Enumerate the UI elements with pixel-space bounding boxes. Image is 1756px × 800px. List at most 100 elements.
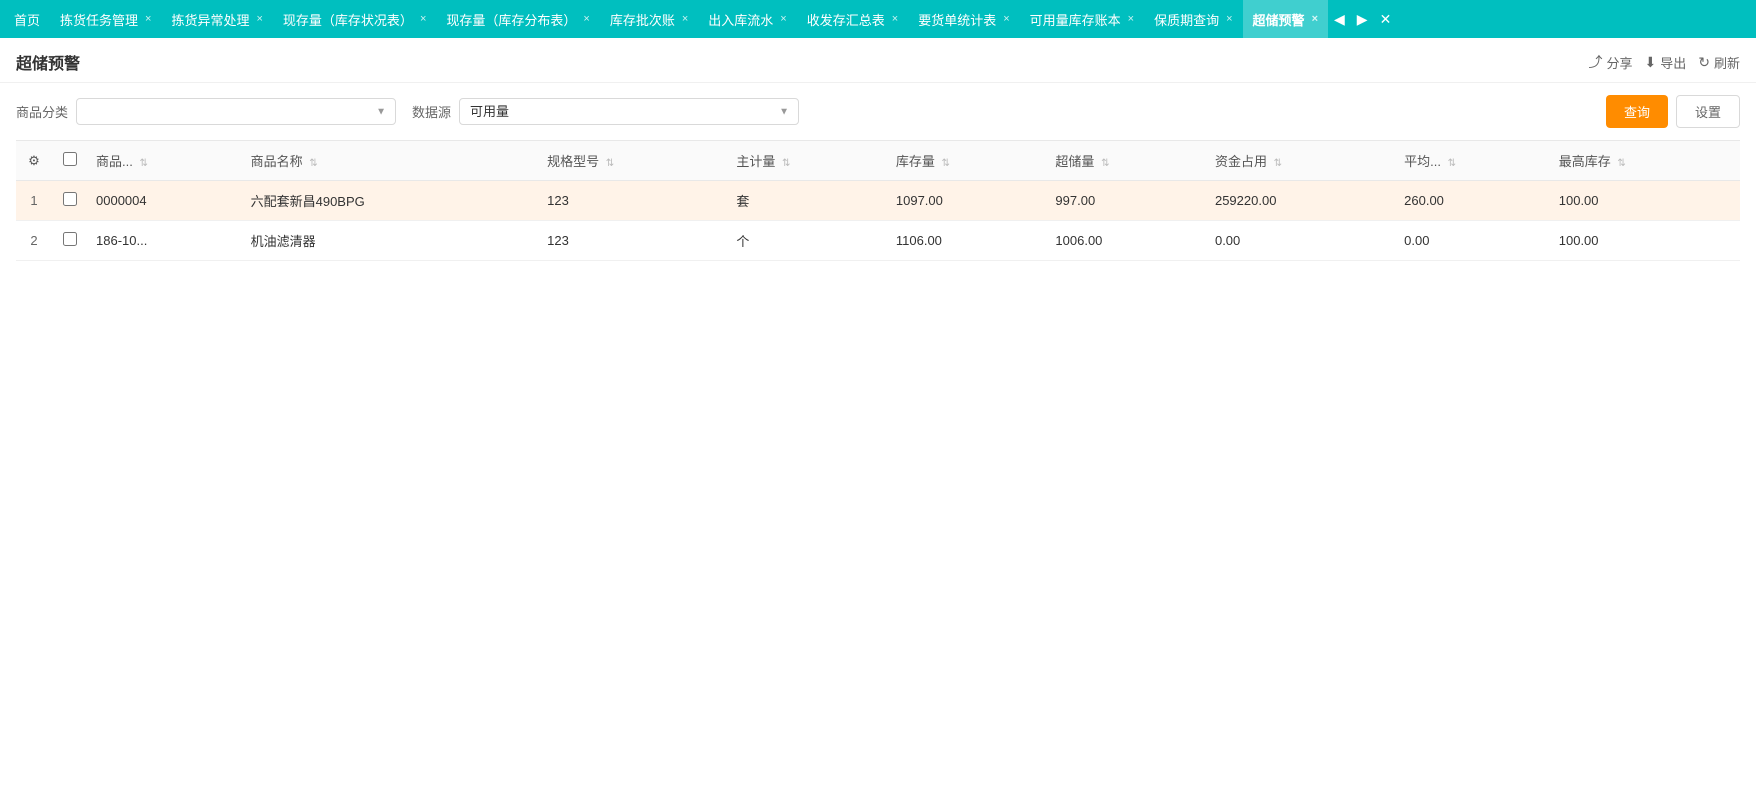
row-avg: 0.00 (1396, 221, 1551, 261)
nav-order-stat-close[interactable]: × (1003, 13, 1009, 25)
gear-icon[interactable]: ⚙ (28, 153, 40, 168)
nav-close-all[interactable]: ✕ (1374, 0, 1398, 38)
query-button[interactable]: 查询 (1606, 95, 1668, 128)
nav-prev-arrow[interactable]: ◀ (1328, 0, 1351, 38)
nav-stock-dist-close[interactable]: × (583, 13, 589, 25)
nav-stock-status-close[interactable]: × (420, 13, 426, 25)
sort-spec-icon: ⇅ (606, 158, 614, 169)
nav-stock-status[interactable]: 现存量（库存状况表） × (273, 0, 436, 38)
row-num: 1 (16, 181, 52, 221)
category-label: 商品分类 (16, 102, 68, 121)
row-name: 六配套新昌490BPG (243, 181, 540, 221)
row-spec: 123 (539, 221, 728, 261)
row-checkbox[interactable] (63, 232, 77, 246)
row-stock: 1106.00 (888, 221, 1048, 261)
sort-avg-icon: ⇅ (1448, 158, 1456, 169)
nav-available[interactable]: 可用量库存账本 × (1020, 0, 1144, 38)
row-overstock: 1006.00 (1047, 221, 1207, 261)
datasource-select[interactable]: 可用量 (459, 98, 799, 125)
row-capital: 259220.00 (1207, 181, 1396, 221)
row-checkbox-cell (52, 181, 88, 221)
col-code[interactable]: 商品... ⇅ (88, 141, 243, 181)
sort-unit-icon: ⇅ (782, 158, 790, 169)
row-code: 186-10... (88, 221, 243, 261)
row-unit: 套 (728, 181, 888, 221)
nav-abnormal-close[interactable]: × (256, 13, 262, 25)
nav-batch[interactable]: 库存批次账 × (600, 0, 698, 38)
select-all-checkbox[interactable] (63, 152, 77, 166)
nav-task[interactable]: 拣货任务管理 × (50, 0, 161, 38)
row-overstock: 997.00 (1047, 181, 1207, 221)
col-gear: ⚙ (16, 141, 52, 181)
row-code: 0000004 (88, 181, 243, 221)
nav-summary-close[interactable]: × (892, 13, 898, 25)
col-unit[interactable]: 主计量 ⇅ (728, 141, 888, 181)
nav-available-close[interactable]: × (1128, 13, 1134, 25)
col-stock[interactable]: 库存量 ⇅ (888, 141, 1048, 181)
refresh-icon: ↻ (1698, 54, 1710, 71)
category-select[interactable] (76, 98, 396, 125)
nav-inout-close[interactable]: × (780, 13, 786, 25)
row-stock: 1097.00 (888, 181, 1048, 221)
row-capital: 0.00 (1207, 221, 1396, 261)
nav-order-stat[interactable]: 要货单统计表 × (908, 0, 1019, 38)
sort-name-icon: ⇅ (309, 158, 317, 169)
nav-batch-close[interactable]: × (682, 13, 688, 25)
col-checkbox (52, 141, 88, 181)
row-num: 2 (16, 221, 52, 261)
page-actions: ⤴ 分享 ⬇ 导出 ↻ 刷新 (1588, 52, 1740, 72)
share-button[interactable]: ⤴ 分享 (1588, 52, 1632, 72)
nav-expiry[interactable]: 保质期查询 × (1144, 0, 1242, 38)
row-name: 机油滤清器 (243, 221, 540, 261)
col-name[interactable]: 商品名称 ⇅ (243, 141, 540, 181)
col-avg[interactable]: 平均... ⇅ (1396, 141, 1551, 181)
row-avg: 260.00 (1396, 181, 1551, 221)
share-icon: ⤴ (1588, 52, 1602, 72)
nav-inout[interactable]: 出入库流水 × (698, 0, 796, 38)
row-maxstock: 100.00 (1551, 181, 1740, 221)
export-icon: ⬇ (1645, 54, 1657, 71)
nav-stock-dist[interactable]: 现存量（库存分布表） × (436, 0, 599, 38)
table-header-row: ⚙ 商品... ⇅ 商品名称 ⇅ 规格型号 ⇅ (16, 141, 1740, 181)
datasource-label: 数据源 (412, 102, 451, 121)
sort-stock-icon: ⇅ (942, 158, 950, 169)
col-maxstock[interactable]: 最高库存 ⇅ (1551, 141, 1740, 181)
data-table: ⚙ 商品... ⇅ 商品名称 ⇅ 规格型号 ⇅ (16, 140, 1740, 261)
col-spec[interactable]: 规格型号 ⇅ (539, 141, 728, 181)
category-filter-group: 商品分类 (16, 98, 396, 125)
nav-overstock[interactable]: 超储预警 × (1243, 0, 1328, 38)
row-checkbox-cell (52, 221, 88, 261)
nav-expiry-close[interactable]: × (1226, 13, 1232, 25)
nav-abnormal[interactable]: 拣货异常处理 × (161, 0, 272, 38)
datasource-select-wrapper: 可用量 (459, 98, 799, 125)
nav-next-arrow[interactable]: ▶ (1351, 0, 1374, 38)
filter-bar: 商品分类 数据源 可用量 查询 设置 (0, 83, 1756, 140)
sort-overstock-icon: ⇅ (1101, 158, 1109, 169)
nav-home[interactable]: 首页 (4, 0, 50, 38)
nav-summary[interactable]: 收发存汇总表 × (797, 0, 908, 38)
top-navigation: 首页 拣货任务管理 × 拣货异常处理 × 现存量（库存状况表） × 现存量（库存… (0, 0, 1756, 38)
sort-maxstock-icon: ⇅ (1617, 158, 1625, 169)
category-select-wrapper (76, 98, 396, 125)
row-maxstock: 100.00 (1551, 221, 1740, 261)
table-container: ⚙ 商品... ⇅ 商品名称 ⇅ 规格型号 ⇅ (0, 140, 1756, 261)
sort-code-icon: ⇅ (139, 158, 147, 169)
page-title: 超储预警 (16, 50, 80, 74)
row-checkbox[interactable] (63, 192, 77, 206)
sort-capital-icon: ⇅ (1274, 158, 1282, 169)
table-row: 1 0000004 六配套新昌490BPG 123 套 1097.00 997.… (16, 181, 1740, 221)
table-body: 1 0000004 六配套新昌490BPG 123 套 1097.00 997.… (16, 181, 1740, 261)
nav-task-close[interactable]: × (145, 13, 151, 25)
col-capital[interactable]: 资金占用 ⇅ (1207, 141, 1396, 181)
datasource-filter-group: 数据源 可用量 (412, 98, 799, 125)
col-overstock[interactable]: 超储量 ⇅ (1047, 141, 1207, 181)
settings-button[interactable]: 设置 (1676, 95, 1740, 128)
nav-overstock-close[interactable]: × (1312, 13, 1318, 25)
row-spec: 123 (539, 181, 728, 221)
row-unit: 个 (728, 221, 888, 261)
table-row: 2 186-10... 机油滤清器 123 个 1106.00 1006.00 … (16, 221, 1740, 261)
refresh-button[interactable]: ↻ 刷新 (1698, 53, 1740, 72)
export-button[interactable]: ⬇ 导出 (1645, 53, 1687, 72)
page-header: 超储预警 ⤴ 分享 ⬇ 导出 ↻ 刷新 (0, 38, 1756, 83)
page-content: 超储预警 ⤴ 分享 ⬇ 导出 ↻ 刷新 商品分类 (0, 38, 1756, 800)
